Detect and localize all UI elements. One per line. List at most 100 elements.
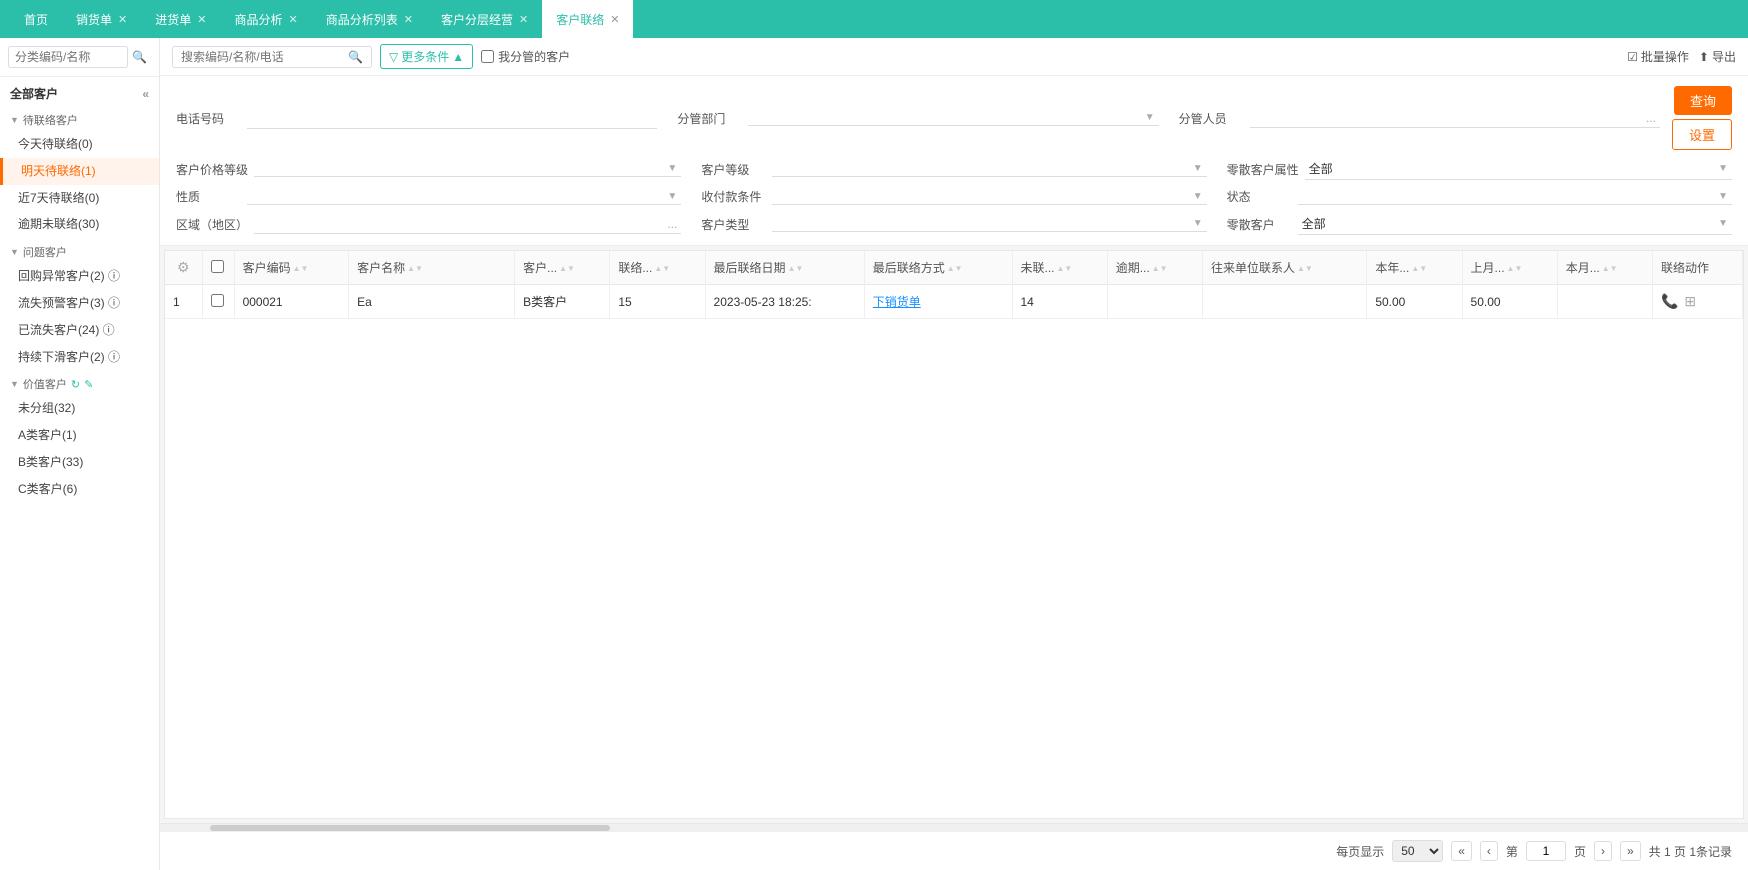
contact-type-link[interactable]: 下销货单	[873, 295, 921, 309]
next-page-btn[interactable]: ›	[1594, 841, 1612, 861]
sidebar-item-c-class[interactable]: C类客户(6)	[0, 476, 159, 503]
more-filter-btn[interactable]: ▽ 更多条件 ▲	[380, 44, 473, 69]
sidebar-item-repurchase-abnormal[interactable]: 回购异常客户(2) ⓘ	[0, 263, 159, 290]
col-name[interactable]: 客户名称▲▼	[349, 251, 515, 285]
group-value-customers: 价值客户 ↻ ✎	[0, 370, 159, 395]
sidebar-item-b-class[interactable]: B类客户(33)	[0, 449, 159, 476]
prev-page-btn[interactable]: ‹	[1480, 841, 1498, 861]
col-type[interactable]: 客户...▲▼	[515, 251, 610, 285]
filter-customer-level-select[interactable]: ▼	[772, 161, 1206, 177]
filter-person-input[interactable]: ...	[1250, 109, 1660, 128]
search-input[interactable]	[181, 50, 348, 64]
cell-type: B类客户	[515, 285, 610, 319]
sidebar-search-input[interactable]	[8, 46, 128, 68]
refresh-icon[interactable]: ↻	[71, 378, 80, 391]
filter-price-level-select[interactable]: ▼	[254, 161, 681, 177]
close-sales-icon[interactable]: ✕	[118, 13, 127, 26]
sidebar-item-lost[interactable]: 已流失客户(24) ⓘ	[0, 317, 159, 344]
nav-home[interactable]: 首页	[10, 0, 62, 38]
filter-region-label: 区域（地区）	[176, 216, 248, 233]
sidebar-item-lost-warning[interactable]: 流失预警客户(3) ⓘ	[0, 290, 159, 317]
filter-status-select[interactable]: ▼	[1298, 189, 1732, 205]
col-code[interactable]: 客户编码▲▼	[234, 251, 349, 285]
col-this-year[interactable]: 本年...▲▼	[1367, 251, 1462, 285]
dots-icon[interactable]: ...	[1646, 111, 1656, 125]
grid-icon[interactable]: ⊞	[1684, 293, 1696, 310]
nav-sales[interactable]: 销货单 ✕	[62, 0, 141, 38]
last-page-btn[interactable]: »	[1620, 841, 1641, 861]
scrollbar-thumb[interactable]	[210, 825, 610, 831]
filter-phone-input[interactable]	[247, 108, 657, 129]
select-all-checkbox[interactable]	[211, 260, 224, 273]
export-btn[interactable]: ⬆ 导出	[1699, 48, 1736, 65]
horizontal-scrollbar[interactable]	[160, 823, 1748, 831]
filter-icon: ▽	[389, 50, 398, 64]
sidebar-item-ungroup[interactable]: 未分组(32)	[0, 395, 159, 422]
page-size-select[interactable]: 50 100 200	[1392, 840, 1443, 862]
edit-value-icon[interactable]: ✎	[84, 378, 93, 391]
col-this-month[interactable]: 本月...▲▼	[1557, 251, 1652, 285]
col-overdue[interactable]: 逾期...▲▼	[1107, 251, 1202, 285]
reset-btn[interactable]: 设置	[1672, 119, 1732, 150]
sidebar-item-7days[interactable]: 近7天待联络(0)	[0, 185, 159, 212]
filter-scatter-attr: 零散客户属性 全部 ▼	[1227, 158, 1732, 180]
col-contact-count[interactable]: 联络...▲▼	[610, 251, 705, 285]
collapse-icon[interactable]: «	[142, 87, 149, 101]
col-last-contact-date[interactable]: 最后联络日期▲▼	[705, 251, 864, 285]
chevron-down-icon-8: ▼	[1193, 218, 1203, 229]
cell-checkbox[interactable]	[202, 285, 234, 319]
sidebar-item-today[interactable]: 今天待联络(0)	[0, 131, 159, 158]
toolbar: 🔍 ▽ 更多条件 ▲ 我分管的客户 ☑ 批量操作 ⬆ 导出	[160, 38, 1748, 76]
customer-table: ⚙ 客户编码▲▼ 客户名称▲▼ 客户...▲▼	[165, 251, 1743, 319]
first-page-btn[interactable]: «	[1451, 841, 1472, 861]
filter-region-input[interactable]: ...	[254, 215, 681, 234]
top-nav: 首页 销货单 ✕ 进货单 ✕ 商品分析 ✕ 商品分析列表 ✕ 客户分层经营 ✕ …	[0, 0, 1748, 38]
region-dots-icon[interactable]: ...	[667, 217, 677, 231]
nav-goods-list[interactable]: 商品分析列表 ✕	[312, 0, 427, 38]
close-customer-contact-icon[interactable]: ✕	[610, 13, 619, 26]
sidebar-item-a-class[interactable]: A类客户(1)	[0, 422, 159, 449]
table-body: 1 000021 Ea B类客户 15 2023-05-23 18:25: 下销…	[165, 285, 1743, 319]
sidebar-item-declining[interactable]: 持续下滑客户(2) ⓘ	[0, 344, 159, 371]
sidebar-item-tomorrow[interactable]: 明天待联络(1)	[0, 158, 159, 185]
cell-contact-person	[1202, 285, 1366, 319]
nav-goods-analysis[interactable]: 商品分析 ✕	[220, 0, 311, 38]
page-number-input[interactable]	[1526, 841, 1566, 861]
batch-op-btn[interactable]: ☑ 批量操作	[1627, 48, 1689, 65]
col-checkbox[interactable]	[202, 251, 234, 285]
filter-nature-select[interactable]: ▼	[247, 189, 681, 205]
my-customers-checkbox-label[interactable]: 我分管的客户	[481, 48, 570, 65]
filter-scatter-attr-select[interactable]: 全部 ▼	[1305, 158, 1732, 180]
query-btn[interactable]: 查询	[1674, 86, 1732, 115]
col-settings[interactable]: ⚙	[165, 251, 202, 285]
close-customer-tier-icon[interactable]: ✕	[519, 13, 528, 26]
filter-dept-select[interactable]: ▼	[748, 110, 1158, 126]
toolbar-right: ☑ 批量操作 ⬆ 导出	[1627, 48, 1736, 65]
close-purchase-icon[interactable]: ✕	[197, 13, 206, 26]
phone-icon[interactable]: 📞	[1661, 293, 1678, 310]
sidebar-item-overdue[interactable]: 逾期未联络(30)	[0, 211, 159, 238]
col-uncontacted[interactable]: 未联...▲▼	[1012, 251, 1107, 285]
filter-customer-type-select[interactable]: ▼	[772, 216, 1206, 232]
sort-icon-type2: ▲▼	[947, 264, 963, 273]
col-last-contact-type[interactable]: 最后联络方式▲▼	[864, 251, 1012, 285]
nav-purchase[interactable]: 进货单 ✕	[141, 0, 220, 38]
filter-scatter-customer-select[interactable]: 全部 ▼	[1298, 213, 1732, 235]
col-last-month[interactable]: 上月...▲▼	[1462, 251, 1557, 285]
cell-uncontacted: 14	[1012, 285, 1107, 319]
close-goods-list-icon[interactable]: ✕	[404, 13, 413, 26]
search-icon[interactable]: 🔍	[348, 50, 363, 64]
sidebar-search-icon[interactable]: 🔍	[132, 50, 147, 64]
gear-icon[interactable]: ⚙	[173, 255, 194, 279]
filter-payment-select[interactable]: ▼	[772, 189, 1206, 205]
nav-customer-tier[interactable]: 客户分层经营 ✕	[427, 0, 542, 38]
col-contact-person[interactable]: 往来单位联系人▲▼	[1202, 251, 1366, 285]
close-goods-analysis-icon[interactable]: ✕	[289, 13, 298, 26]
row-checkbox[interactable]	[211, 294, 224, 307]
all-customers-title[interactable]: 全部客户 «	[0, 77, 159, 106]
cell-last-type[interactable]: 下销货单	[864, 285, 1012, 319]
my-customers-checkbox[interactable]	[481, 50, 494, 63]
filter-nature-label: 性质	[176, 188, 241, 205]
nav-customer-contact[interactable]: 客户联络 ✕	[542, 0, 633, 38]
total-record: 共 1 页 1条记录	[1649, 843, 1732, 860]
